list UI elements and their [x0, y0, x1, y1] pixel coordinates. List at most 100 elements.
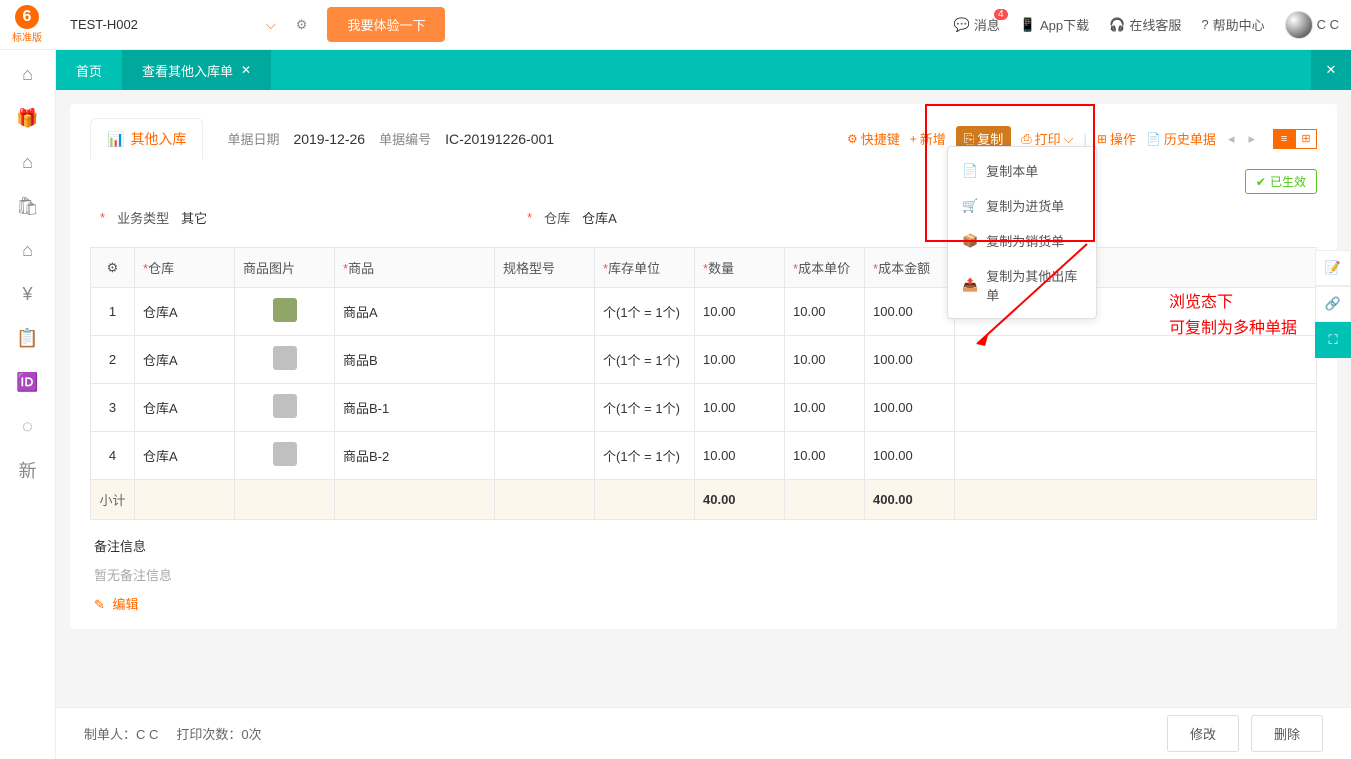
user-menu[interactable]: C C	[1285, 11, 1339, 39]
inbound-icon: 📊	[107, 131, 124, 148]
row-image	[235, 384, 335, 432]
sidebar-bag-icon[interactable]: 🛍	[16, 194, 40, 218]
message-badge: 4	[994, 9, 1008, 20]
sidebar-gift-icon[interactable]: 🎁	[16, 106, 40, 130]
app-download-label: App下载	[1040, 15, 1089, 34]
float-expand-button[interactable]: ⛶	[1315, 322, 1351, 358]
sidebar-home-icon[interactable]: ⌂	[16, 62, 40, 86]
gear-icon[interactable]: ⚙	[107, 260, 119, 275]
new-label: 新增	[920, 129, 946, 148]
message-icon: 💬	[954, 17, 970, 33]
print-info: 打印次数：0次	[176, 724, 261, 743]
sidebar-new-icon[interactable]: 新	[16, 458, 40, 482]
doc-meta: 单据日期 2019-12-26 单据编号 IC-20191226-001	[227, 129, 554, 148]
logo-icon: 6	[15, 5, 39, 29]
print-icon: ⎙	[1021, 131, 1031, 147]
row-unit: 个(1个 = 1个)	[595, 432, 695, 480]
history-icon: 📄	[1146, 132, 1161, 146]
table-row[interactable]: 3 仓库A 商品B-1 个(1个 = 1个) 10.00 10.00 100.0…	[91, 384, 1317, 432]
row-product: 商品B-1	[335, 384, 495, 432]
tab-home[interactable]: 首页	[56, 50, 122, 90]
message-button[interactable]: 💬 消息 4	[954, 15, 1000, 34]
row-unit: 个(1个 = 1个)	[595, 336, 695, 384]
view-list-button[interactable]: ≡	[1273, 129, 1295, 149]
sidebar-home2-icon[interactable]: ⌂	[16, 238, 40, 262]
gear-icon: ⚙	[847, 132, 858, 146]
sidebar-id-icon[interactable]: 🆔	[16, 370, 40, 394]
copy-purchase-item[interactable]: 🛒 复制为进货单	[948, 188, 1096, 223]
view-grid-button[interactable]: ⊞	[1295, 129, 1317, 149]
modify-button[interactable]: 修改	[1167, 715, 1239, 752]
operate-button[interactable]: ⊞ 操作	[1097, 129, 1136, 148]
row-product: 商品B-2	[335, 432, 495, 480]
help-center-button[interactable]: ? 帮助中心	[1201, 15, 1264, 34]
row-product: 商品B	[335, 336, 495, 384]
sidebar: ⌂ 🎁 ⌂ 🛍 ⌂ ¥ 📋 🆔 ◌ 新	[0, 50, 56, 759]
app-download-button[interactable]: 📱 App下载	[1020, 15, 1089, 34]
row-qty: 10.00	[695, 384, 785, 432]
sidebar-house-icon[interactable]: ⌂	[16, 150, 40, 174]
col-unit: 库存单位	[608, 261, 660, 276]
sidebar-money-icon[interactable]: ¥	[16, 282, 40, 306]
row-spec	[495, 432, 595, 480]
org-selector[interactable]: TEST-H002 ⌵	[62, 13, 284, 37]
chevron-down-icon: ⌵	[1064, 131, 1074, 147]
row-product: 商品A	[335, 288, 495, 336]
float-link-button[interactable]: 🔗	[1315, 286, 1351, 322]
close-icon[interactable]: ✕	[241, 63, 251, 77]
settings-icon[interactable]: ⚙	[296, 17, 308, 33]
sidebar-refresh-icon[interactable]: ◌	[16, 414, 40, 438]
table-row[interactable]: 2 仓库A 商品B 个(1个 = 1个) 10.00 10.00 100.00	[91, 336, 1317, 384]
sale-icon: 📦	[962, 233, 978, 249]
subtotal-row: 小计 40.00 400.00	[91, 480, 1317, 520]
col-price: 成本单价	[798, 261, 850, 276]
delete-button[interactable]: 删除	[1251, 715, 1323, 752]
remarks-edit-label: 编辑	[113, 597, 139, 612]
date-label: 单据日期	[227, 129, 279, 148]
next-arrow[interactable]: ▸	[1246, 131, 1257, 147]
remarks-title: 备注信息	[94, 536, 1313, 555]
row-index: 4	[91, 432, 135, 480]
table-row[interactable]: 1 仓库A 商品A 个(1个 = 1个) 10.00 10.00 100.00	[91, 288, 1317, 336]
row-index: 3	[91, 384, 135, 432]
row-amount: 100.00	[865, 336, 955, 384]
subtotal-label: 小计	[91, 480, 135, 520]
shortcut-button[interactable]: ⚙ 快捷键	[847, 129, 900, 148]
row-index: 2	[91, 336, 135, 384]
new-button[interactable]: + 新增	[910, 129, 946, 148]
copy-other-out-item[interactable]: 📤 复制为其他出库单	[948, 258, 1096, 312]
online-service-button[interactable]: 🎧 在线客服	[1109, 15, 1181, 34]
plus-icon: +	[910, 132, 917, 146]
headset-icon: 🎧	[1109, 17, 1125, 33]
doc-type-tab[interactable]: 📊 其他入库	[90, 118, 203, 159]
row-amount: 100.00	[865, 384, 955, 432]
document-card: 浏览态下 可复制为多种单据 📊 其他入库 单据日期 2019-12-26 单据编…	[70, 104, 1337, 629]
online-service-label: 在线客服	[1129, 15, 1181, 34]
copy-purchase-label: 复制为进货单	[986, 196, 1064, 215]
remarks-edit-button[interactable]: ✎ 编辑	[94, 594, 1313, 613]
row-spec	[495, 288, 595, 336]
table-row[interactable]: 4 仓库A 商品B-2 个(1个 = 1个) 10.00 10.00 100.0…	[91, 432, 1317, 480]
logo[interactable]: 6 标准版	[12, 5, 42, 44]
sidebar-clipboard-icon[interactable]: 📋	[16, 326, 40, 350]
row-price: 10.00	[785, 336, 865, 384]
out-icon: 📤	[962, 277, 978, 293]
copy-other-out-label: 复制为其他出库单	[986, 266, 1082, 304]
col-product: 商品	[348, 261, 374, 276]
prev-arrow[interactable]: ◂	[1226, 131, 1237, 147]
copy-this-item[interactable]: 📄 复制本单	[948, 153, 1096, 188]
help-icon: ?	[1201, 17, 1208, 32]
copy-sale-item[interactable]: 📦 复制为销货单	[948, 223, 1096, 258]
status-label: 已生效	[1270, 173, 1306, 190]
row-qty: 10.00	[695, 336, 785, 384]
tabs-close-all[interactable]: ✕	[1311, 50, 1351, 90]
history-button[interactable]: 📄 历史单据	[1146, 129, 1216, 148]
biz-type-value: 其它	[181, 208, 207, 227]
subtotal-amount: 400.00	[865, 480, 955, 520]
tab-current-label: 查看其他入库单	[142, 61, 233, 80]
date-value: 2019-12-26	[293, 131, 365, 147]
float-note-button[interactable]: 📝	[1315, 250, 1351, 286]
row-image	[235, 336, 335, 384]
tab-current[interactable]: 查看其他入库单 ✕	[122, 50, 271, 90]
try-button[interactable]: 我要体验一下	[327, 7, 445, 42]
